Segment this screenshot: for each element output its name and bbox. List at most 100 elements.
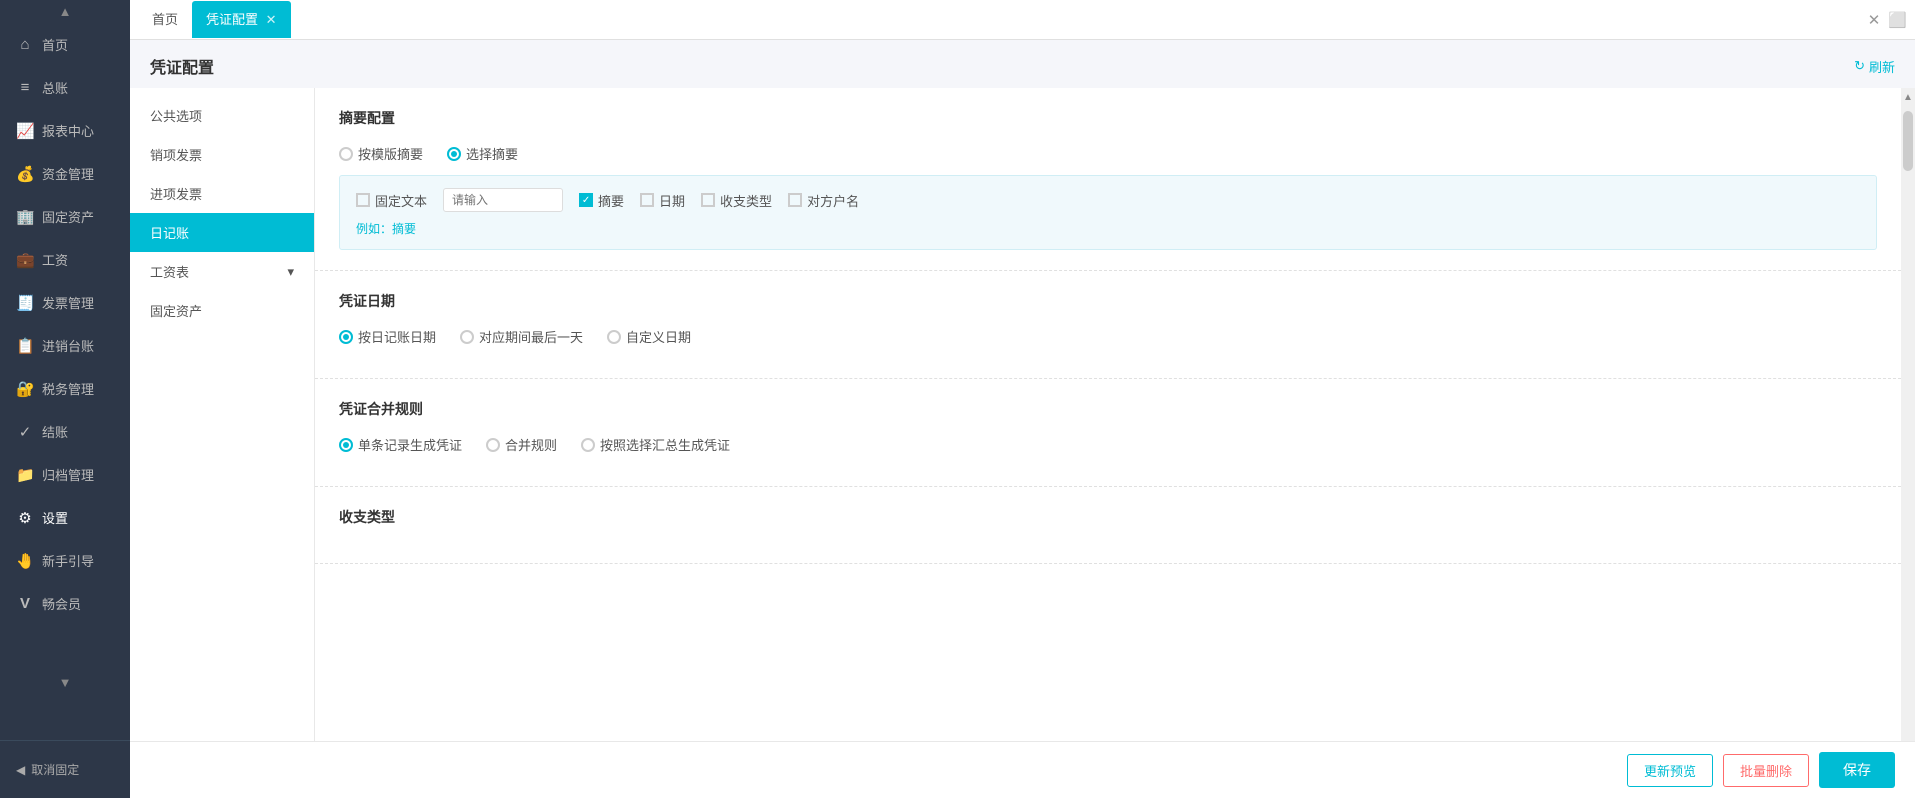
radio-circle-single-record [339,438,353,452]
refresh-button[interactable]: ↻ 刷新 [1854,57,1895,76]
sidebar-item-purchase-sales[interactable]: 📋 进销台账 [0,324,130,367]
tab-close-button[interactable]: ✕ [266,12,277,27]
tab-bar-controls: ✕ ⬜ [1868,11,1907,29]
sidebar-item-label: 归档管理 [42,465,94,484]
sidebar-item-label: 设置 [42,508,68,527]
batch-delete-button[interactable]: 批量删除 [1723,754,1809,787]
sidebar-item-closing[interactable]: ✓ 结账 [0,410,130,453]
sidebar-scroll-up[interactable]: ▲ [0,0,130,23]
window-maximize-button[interactable]: ⬜ [1888,11,1907,29]
example-text: 例如：摘要 [356,220,1860,237]
sidebar-item-label: 新手引导 [42,551,94,570]
radio-template-summary[interactable]: 按模版摘要 [339,144,423,163]
sidebar-item-funds[interactable]: 💰 资金管理 [0,152,130,195]
sidebar-item-home[interactable]: ⌂ 首页 [0,23,130,66]
nav-item-public-options[interactable]: 公共选项 [130,96,314,135]
radio-select-summary[interactable]: 选择摘要 [447,144,518,163]
radio-single-record[interactable]: 单条记录生成凭证 [339,435,462,454]
sidebar-bottom: ◀ 取消固定 [0,740,130,798]
fixed-assets-icon: 🏢 [16,208,34,226]
tab-home[interactable]: 首页 [138,1,192,38]
sidebar-item-invoice-mgmt[interactable]: 🧾 发票管理 [0,281,130,324]
sidebar-item-label: 结账 [42,422,68,441]
checkbox-counterparty[interactable]: 对方户名 [788,191,859,210]
sidebar-item-label: 报表中心 [42,121,94,140]
nav-item-journal[interactable]: 日记账 [130,213,314,252]
sidebar-item-fixed-assets[interactable]: 🏢 固定资产 [0,195,130,238]
sidebar-scroll-down[interactable]: ▼ [0,671,130,694]
home-icon: ⌂ [16,36,34,53]
main-area: 首页 凭证配置 ✕ ✕ ⬜ 凭证配置 ↻ 刷新 公共选项 销项发票 进 [130,0,1915,798]
checkbox-date[interactable]: 日期 [640,191,685,210]
radio-circle-template [339,147,353,161]
sidebar-item-tax-mgmt[interactable]: 🔐 税务管理 [0,367,130,410]
radio-custom-date[interactable]: 自定义日期 [607,327,691,346]
right-panel: 摘要配置 按模版摘要 选择摘要 [315,88,1901,798]
sidebar-item-vip[interactable]: V 畅会员 [0,582,130,625]
sidebar-item-label: 固定资产 [42,207,94,226]
reports-icon: 📈 [16,122,34,140]
radio-last-day[interactable]: 对应期间最后一天 [460,327,583,346]
radio-by-journal-date[interactable]: 按日记账日期 [339,327,436,346]
pin-icon: ◀ [16,763,25,777]
summary-radio-group: 按模版摘要 选择摘要 [339,144,1877,163]
voucher-date-title: 凭证日期 [339,291,1877,311]
checkbox-box-income-type [701,193,715,207]
tab-bar: 首页 凭证配置 ✕ ✕ ⬜ [130,0,1915,40]
voucher-merge-section: 凭证合并规则 单条记录生成凭证 合并规则 按照选择汇总生成凭证 [315,379,1901,487]
tax-icon: 🔐 [16,380,34,398]
nav-item-sales-invoice[interactable]: 销项发票 [130,135,314,174]
sidebar-item-label: 畅会员 [42,594,81,613]
sidebar-item-ledger[interactable]: ≡ 总账 [0,66,130,109]
content-wrapper: 公共选项 销项发票 进项发票 日记账 工资表 ▾ 固定资产 摘要配置 [130,88,1915,798]
purchase-sales-icon: 📋 [16,337,34,355]
sidebar-item-settings[interactable]: ⚙ 设置 [0,496,130,539]
window-close-button[interactable]: ✕ [1868,11,1881,29]
fixed-text-input[interactable] [443,188,563,212]
scroll-track: ▲ ▼ [1901,88,1915,798]
nav-item-fixed-assets[interactable]: 固定资产 [130,291,314,330]
summary-config-box: 固定文本 ✓ 摘要 日期 [339,175,1877,250]
checkbox-fixed-text[interactable]: 固定文本 [356,191,427,210]
page-title: 凭证配置 [150,54,214,78]
nav-item-purchase-invoice[interactable]: 进项发票 [130,174,314,213]
chevron-down-icon: ▾ [287,264,294,280]
income-expense-section: 收支类型 [315,487,1901,564]
voucher-date-section: 凭证日期 按日记账日期 对应期间最后一天 自定义日期 [315,271,1901,379]
voucher-date-radio-group: 按日记账日期 对应期间最后一天 自定义日期 [339,327,1877,346]
radio-by-selection-total[interactable]: 按照选择汇总生成凭证 [581,435,730,454]
radio-merge-rules[interactable]: 合并规则 [486,435,557,454]
sidebar-item-payroll[interactable]: 💼 工资 [0,238,130,281]
checkbox-box-counterparty [788,193,802,207]
summary-options-row: 固定文本 ✓ 摘要 日期 [356,188,1860,212]
bottom-bar: 更新预览 批量删除 保存 [130,741,1915,798]
voucher-merge-title: 凭证合并规则 [339,399,1877,419]
checkbox-income-type[interactable]: 收支类型 [701,191,772,210]
summary-config-title: 摘要配置 [339,108,1877,128]
refresh-icon: ↻ [1854,58,1865,74]
closing-icon: ✓ [16,423,34,441]
radio-circle-select [447,147,461,161]
checkbox-box-date [640,193,654,207]
save-button[interactable]: 保存 [1819,752,1895,788]
nav-item-payroll-table[interactable]: 工资表 ▾ [130,252,314,291]
ledger-icon: ≡ [16,79,34,96]
unpin-label: 取消固定 [31,761,79,778]
update-preview-button[interactable]: 更新预览 [1627,754,1713,787]
sidebar-item-archive[interactable]: 📁 归档管理 [0,453,130,496]
radio-circle-custom-date [607,330,621,344]
checkbox-box-fixed-text [356,193,370,207]
page-header: 凭证配置 ↻ 刷新 [130,40,1915,88]
unpin-button[interactable]: ◀ 取消固定 [0,751,130,788]
checkbox-summary[interactable]: ✓ 摘要 [579,191,624,210]
scroll-up-arrow[interactable]: ▲ [1901,88,1915,107]
radio-circle-journal-date [339,330,353,344]
scroll-thumb[interactable] [1903,111,1913,171]
summary-config-section: 摘要配置 按模版摘要 选择摘要 [315,88,1901,271]
funds-icon: 💰 [16,165,34,183]
sidebar-item-label: 税务管理 [42,379,94,398]
sidebar-item-guide[interactable]: 🤚 新手引导 [0,539,130,582]
sidebar-item-reports[interactable]: 📈 报表中心 [0,109,130,152]
sidebar-item-label: 资金管理 [42,164,94,183]
tab-voucher-config[interactable]: 凭证配置 ✕ [192,1,291,38]
